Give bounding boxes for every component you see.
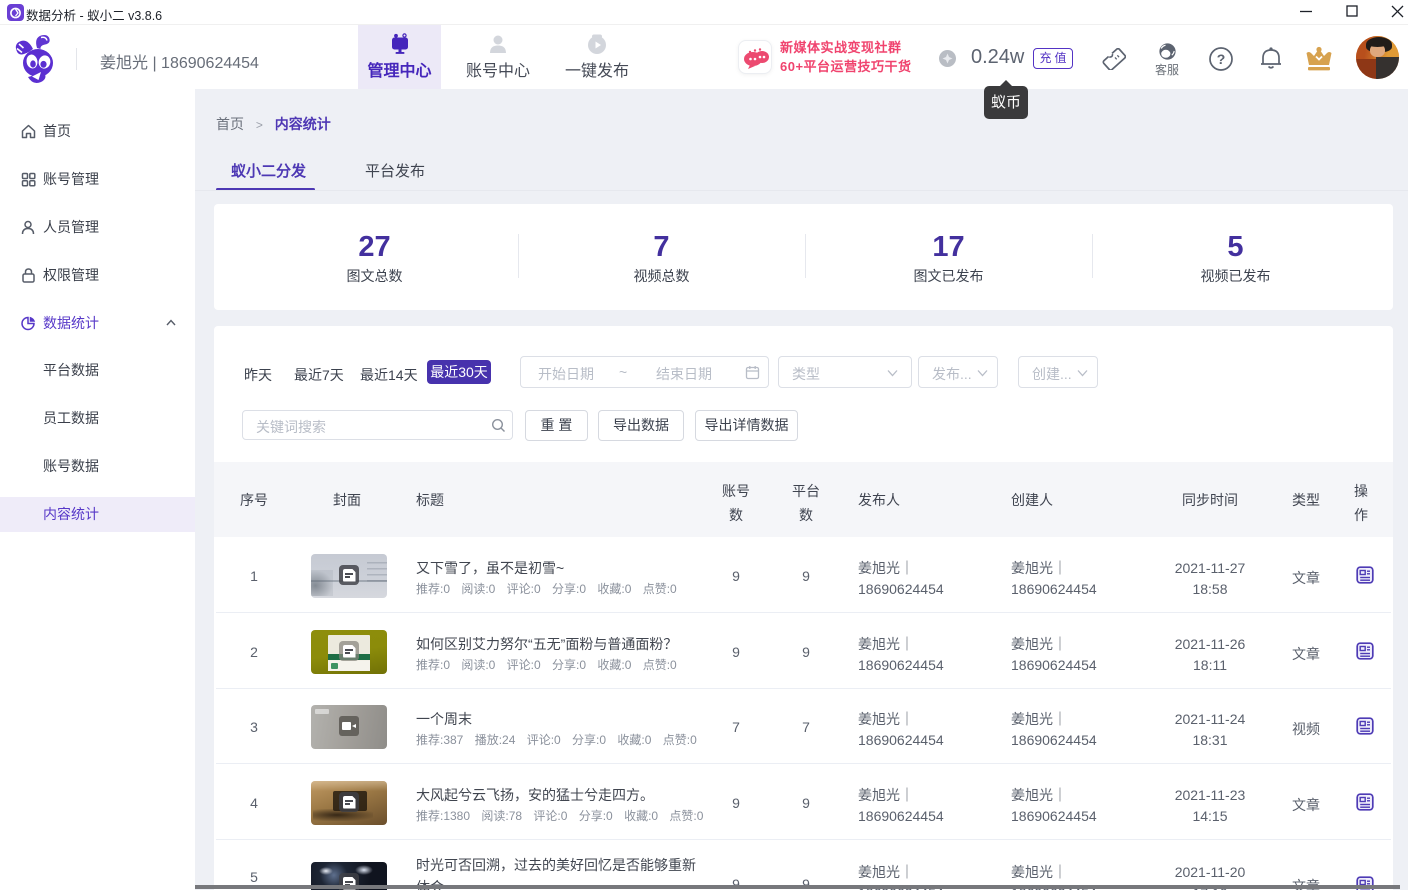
svg-text:?: ? [1217,51,1226,67]
